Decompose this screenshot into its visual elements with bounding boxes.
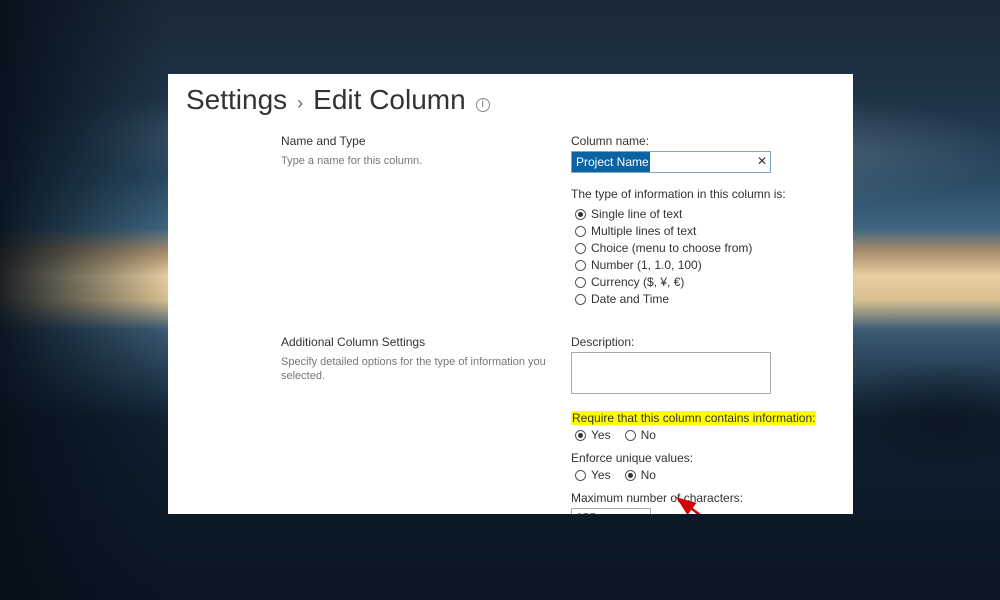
section-description: Type a name for this column. (281, 154, 561, 168)
background-rocks-left (0, 0, 170, 600)
description-textarea[interactable] (571, 352, 771, 394)
radio-label: No (641, 468, 656, 482)
radio-icon (575, 294, 586, 305)
require-radio-group: Yes No (575, 428, 835, 445)
section-title: Additional Column Settings (281, 335, 561, 349)
unique-label: Enforce unique values: (571, 451, 835, 465)
column-type-label: The type of information in this column i… (571, 187, 835, 201)
description-label: Description: (571, 335, 835, 349)
max-chars-label: Maximum number of characters: (571, 491, 835, 505)
radio-icon (625, 430, 636, 441)
radio-label: Yes (591, 468, 611, 482)
radio-label: Choice (menu to choose from) (591, 241, 752, 255)
radio-icon (575, 209, 586, 220)
section-description: Specify detailed options for the type of… (281, 355, 561, 384)
radio-multiple-lines[interactable]: Multiple lines of text (575, 224, 835, 238)
radio-label: Yes (591, 428, 611, 442)
radio-label: Single line of text (591, 207, 682, 221)
radio-number[interactable]: Number (1, 1.0, 100) (575, 258, 835, 272)
settings-panel: Settings › Edit Column i Name and Type T… (168, 74, 853, 514)
breadcrumb: Settings › Edit Column i (186, 84, 835, 116)
radio-icon (625, 470, 636, 481)
radio-icon (575, 277, 586, 288)
unique-radio-group: Yes No (575, 468, 835, 485)
column-name-input[interactable] (571, 151, 771, 173)
section-title: Name and Type (281, 134, 561, 148)
radio-label: Number (1, 1.0, 100) (591, 258, 702, 272)
info-icon[interactable]: i (476, 98, 490, 112)
breadcrumb-separator-icon: › (297, 93, 303, 114)
page-title: Edit Column (313, 84, 466, 116)
require-label: Require that this column contains inform… (571, 411, 835, 425)
highlight-annotation: Require that this column contains inform… (571, 411, 816, 425)
unique-yes[interactable]: Yes (575, 468, 611, 482)
section-name-and-type: Name and Type Type a name for this colum… (186, 134, 571, 309)
radio-label: Date and Time (591, 292, 669, 306)
radio-icon (575, 243, 586, 254)
require-yes[interactable]: Yes (575, 428, 611, 442)
breadcrumb-settings-link[interactable]: Settings (186, 84, 287, 116)
column-name-label: Column name: (571, 134, 835, 148)
radio-currency[interactable]: Currency ($, ¥, €) (575, 275, 835, 289)
radio-choice[interactable]: Choice (menu to choose from) (575, 241, 835, 255)
section-additional-settings: Additional Column Settings Specify detai… (186, 335, 571, 514)
clear-input-icon[interactable]: ✕ (757, 154, 767, 168)
require-no[interactable]: No (625, 428, 656, 442)
radio-label: Multiple lines of text (591, 224, 696, 238)
radio-label: No (641, 428, 656, 442)
radio-icon (575, 470, 586, 481)
radio-date-time[interactable]: Date and Time (575, 292, 835, 306)
max-chars-input[interactable] (571, 508, 651, 514)
radio-label: Currency ($, ¥, €) (591, 275, 684, 289)
radio-single-line[interactable]: Single line of text (575, 207, 835, 221)
radio-icon (575, 260, 586, 271)
unique-no[interactable]: No (625, 468, 656, 482)
radio-icon (575, 226, 586, 237)
radio-icon (575, 430, 586, 441)
column-type-radio-group: Single line of text Multiple lines of te… (575, 207, 835, 306)
